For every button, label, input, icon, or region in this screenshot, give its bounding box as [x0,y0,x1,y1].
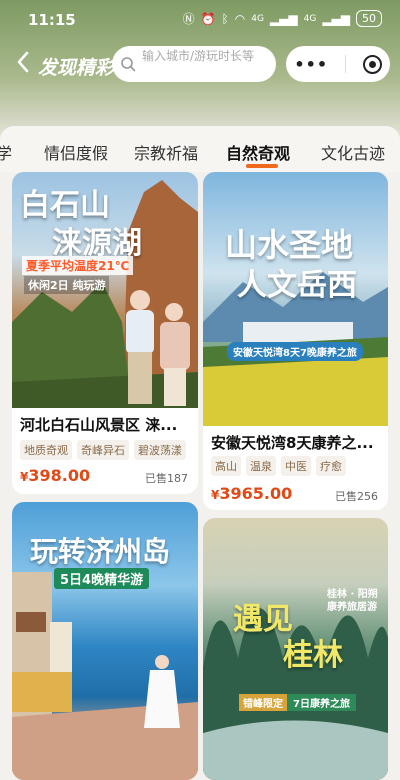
page-title: 发现精彩 [38,57,115,79]
tab-natural-wonders[interactable]: 自然奇观 [226,140,290,164]
card-tags: 高山 温泉 中医 疗愈 [211,456,346,476]
tag-chip: 地质奇观 [20,440,72,460]
poster-ribbon: 7日康养之旅 [287,694,356,711]
nfc-icon: Ⓝ [182,12,195,26]
nav-bar: 发现精彩 输入城市/游玩时长等 ••• [0,46,400,86]
product-image: 玩转济州岛 5日4晚精华游 [12,502,198,780]
product-card-jeju[interactable]: 玩转济州岛 5日4晚精华游 [12,502,198,780]
tag-chip: 碧波荡漾 [134,440,186,460]
product-card-yuexi[interactable]: 山水圣地 人文岳西 安徽天悦湾8天7晚康养之旅 安徽天悦湾8天康养之... 高山… [203,172,388,510]
card-title: 河北白石山风景区 涞... [20,416,178,434]
wifi-icon: ◠ [234,11,246,26]
search-placeholder: 输入城市/游玩时长等 [142,49,255,63]
category-tabs: 学 情侣度假 宗教祈福 自然奇观 文化古迹 [0,126,400,172]
product-image: 白石山 涞源湖 夏季平均温度21℃ 休闲2日 纯玩游 [12,172,198,408]
chevron-left-icon [17,51,29,73]
status-time: 11:15 [28,11,76,29]
target-icon [368,60,376,68]
status-icons: Ⓝ ⏰ ᛒ ◠ 4G ▂▄▆ 4G ▂▄▆ 50 [183,10,382,27]
status-bar: 11:15 Ⓝ ⏰ ᛒ ◠ 4G ▂▄▆ 4G ▂▄▆ 50 [0,8,400,34]
card-info: 安徽天悦湾8天康养之... 高山 温泉 中医 疗愈 ¥3965.00 已售256 [203,426,388,510]
sold-count: 已售256 [335,490,378,503]
signal-2-label: 4G [303,13,317,24]
price-value: 3965.00 [219,484,293,503]
poster-subtitle: 休闲2日 纯玩游 [24,276,110,294]
signal-1-label: 4G [251,13,264,24]
poster-ribbon: 安徽天悦湾8天7晚康养之旅 [227,342,363,361]
price-value: 398.00 [28,466,91,485]
alarm-icon: ⏰ [200,11,216,26]
poster-badge: 错峰限定 [239,694,287,711]
miniapp-capsule: ••• [286,46,390,82]
poster-line-2: 人文岳西 [237,268,357,303]
card-info: 河北白石山风景区 涞... 地质奇观 奇峰异石 碧波荡漾 ¥398.00 已售1… [12,408,198,494]
tag-chip: 高山 [211,456,241,476]
signal-icon-2: ▂▄▆ [322,11,350,26]
tag-chip: 奇峰异石 [77,440,129,460]
tab-couple-vacation[interactable]: 情侣度假 [44,140,108,164]
active-tab-indicator [246,164,278,168]
card-title: 安徽天悦湾8天康养之... [211,434,374,452]
card-tags: 地质奇观 奇峰异石 碧波荡漾 [20,440,186,460]
product-image: 遇见 桂林 桂林 · 阳朔 康养旅居游 错峰限定 7日康养之旅 [203,518,388,780]
poster-line-1: 玩转济州岛 [30,535,171,568]
tab-study[interactable]: 学 [0,140,12,164]
sold-count: 已售187 [145,472,188,485]
tag-chip: 温泉 [246,456,276,476]
capsule-divider [344,55,346,73]
product-card-guilin[interactable]: 遇见 桂林 桂林 · 阳朔 康养旅居游 错峰限定 7日康养之旅 [203,518,388,780]
bluetooth-icon: ᛒ [221,11,229,26]
tab-cultural-sites[interactable]: 文化古迹 [321,140,385,164]
more-button[interactable]: ••• [294,55,328,74]
card-price: ¥398.00 [20,466,90,485]
card-price: ¥3965.00 [211,484,292,503]
tag-chip: 中医 [281,456,311,476]
search-icon [121,57,136,72]
poster-ribbon: 5日4晚精华游 [54,568,150,589]
poster-ribbon: 夏季平均温度21℃ [22,256,134,275]
search-input[interactable]: 输入城市/游玩时长等 [112,46,276,82]
product-card-baishishan[interactable]: 白石山 涞源湖 夏季平均温度21℃ 休闲2日 纯玩游 河北白石山风景区 涞...… [12,172,198,494]
tab-religion-blessing[interactable]: 宗教祈福 [134,140,198,164]
poster-line-2: 桂林 [283,638,343,673]
signal-icon: ▂▄▆ [269,11,298,26]
tag-chip: 疗愈 [316,456,346,476]
battery-indicator: 50 [356,10,382,27]
close-miniapp-button[interactable] [362,54,382,74]
poster-side-text: 桂林 · 阳朔 康养旅居游 [327,589,378,613]
product-image: 山水圣地 人文岳西 安徽天悦湾8天7晚康养之旅 [203,172,388,426]
